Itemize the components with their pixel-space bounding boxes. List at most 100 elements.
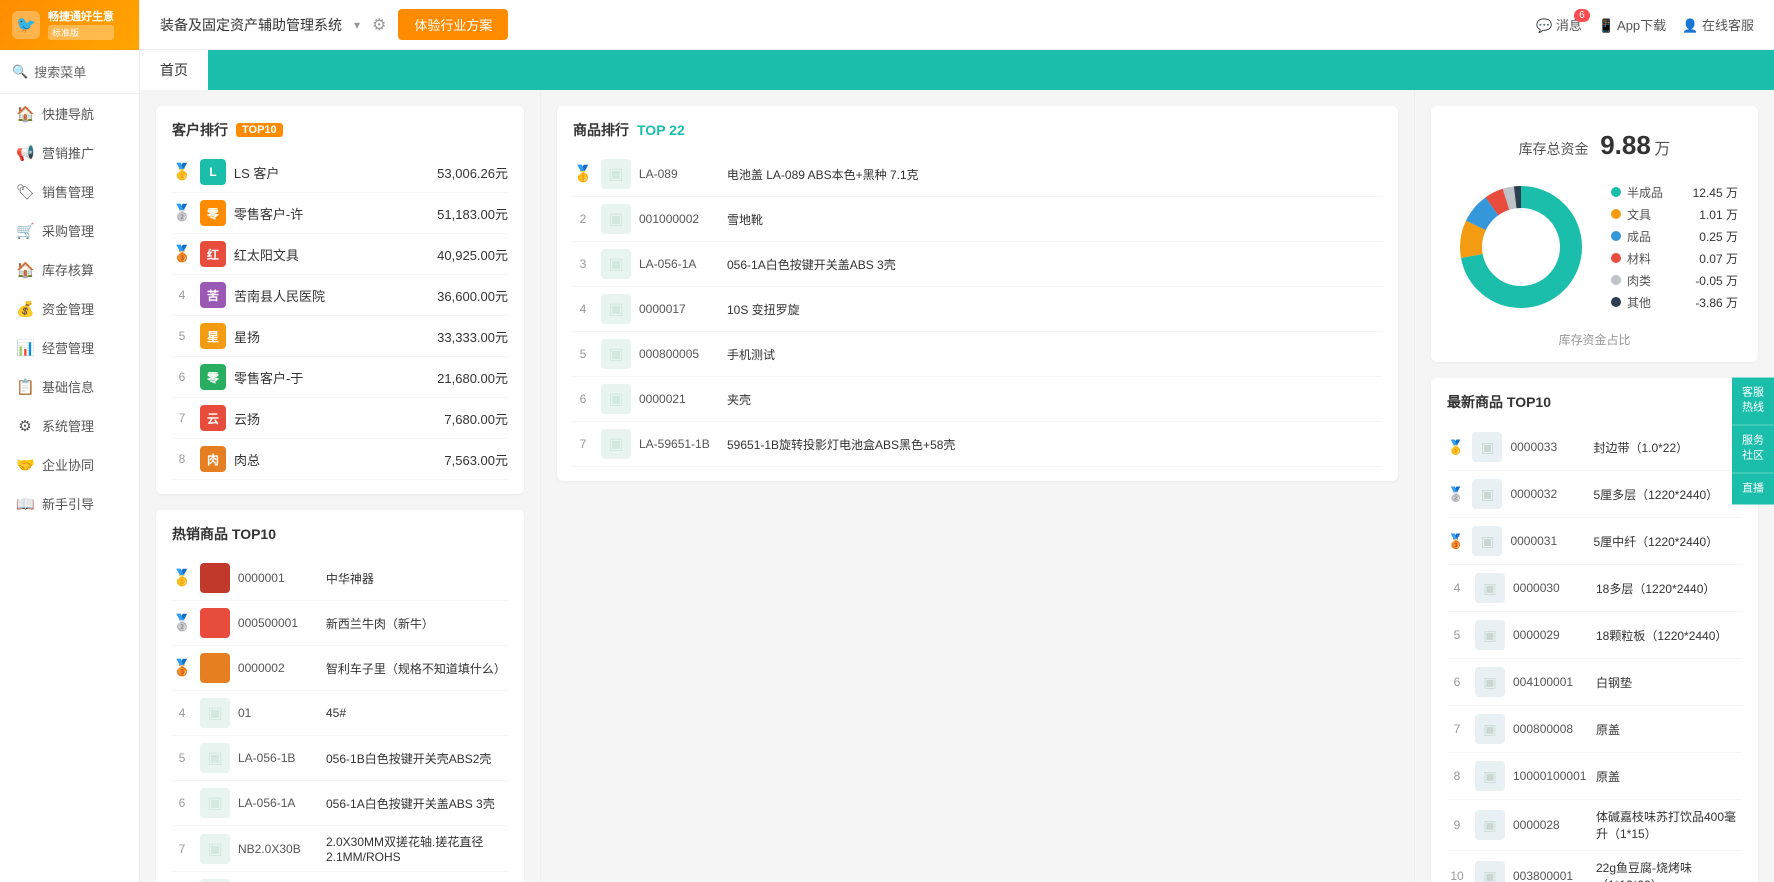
product-thumb: ▣ <box>1475 620 1505 650</box>
customer-name: 零售客户-许 <box>234 204 429 223</box>
sidebar-item-guide[interactable]: 📖 新手引导 <box>0 484 139 523</box>
search-menu-button[interactable]: 🔍 搜索菜单 <box>12 58 127 85</box>
product-thumb: ▣ <box>1475 667 1505 697</box>
newest-product-row: 🥈 ▣ 0000032 5厘多层（1220*2440） <box>1447 471 1742 518</box>
app-download[interactable]: 📱 App下载 <box>1598 15 1666 34</box>
product-thumb: ▣ <box>601 159 631 189</box>
product-code: 0000001 <box>238 571 318 585</box>
product-code: 0000031 <box>1510 534 1585 548</box>
customer-rank-row: 5 星 星扬 33,333.00元 <box>172 316 508 357</box>
legend-item: 其他 -3.86 万 <box>1611 294 1738 311</box>
float-btn-live[interactable]: 直播 <box>1732 473 1774 504</box>
product-name: 056-1B白色按键开关壳ABS2壳 <box>326 750 508 767</box>
rank-num: 6 <box>172 796 192 810</box>
product-name: 封边带（1.0*22） <box>1593 439 1742 456</box>
right-column: 库存总资金 9.88 万 <box>1414 90 1774 882</box>
legend-dot <box>1611 275 1621 285</box>
product-thumb <box>200 653 230 683</box>
sidebar-item-label: 采购管理 <box>42 221 94 240</box>
sidebar-item-basic[interactable]: 📋 基础信息 <box>0 367 139 406</box>
rank-num: 4 <box>172 706 192 720</box>
customer-name: LS 客户 <box>234 163 429 182</box>
rank-num: 7 <box>172 842 192 856</box>
product-name: 电池盖 LA-089 ABS本色+黑种 7.1克 <box>727 166 1382 183</box>
product-code: 000800005 <box>639 347 719 361</box>
customer-rank-row: 4 苦 苦南县人民医院 36,600.00元 <box>172 275 508 316</box>
float-btn-hotline[interactable]: 客服热线 <box>1732 378 1774 426</box>
sidebar-item-purchase[interactable]: 🛒 采购管理 <box>0 211 139 250</box>
product-code: 004100001 <box>1513 675 1588 689</box>
rank-num: 7 <box>573 437 593 451</box>
rank-medal: 🥉 <box>172 658 192 678</box>
sidebar-item-inventory[interactable]: 🏠 库存核算 <box>0 250 139 289</box>
sidebar-item-quick-nav[interactable]: 🏠 快捷导航 <box>0 94 139 133</box>
customer-avatar: 零 <box>200 364 226 390</box>
product-code: LA-056-1A <box>238 796 318 810</box>
customer-amount: 40,925.00元 <box>437 245 508 264</box>
middle-column: 商品排行 TOP 22 🥇 ▣ LA-089 电池盖 LA-089 ABS本色+… <box>540 90 1414 882</box>
product-code: LA-089 <box>639 167 719 181</box>
legend-name: 其他 <box>1627 294 1672 311</box>
product-name: 中华神器 <box>326 570 508 587</box>
newest-product-row: 6 ▣ 004100001 白钢垫 <box>1447 659 1742 706</box>
legend-value: 1.01 万 <box>1678 206 1738 223</box>
rank-num: 5 <box>573 347 593 361</box>
hot-product-row: 4 ▣ 01 45# <box>172 691 508 736</box>
rank-medal: 🥇 <box>573 164 593 184</box>
inventory-unit: 万 <box>1654 141 1670 158</box>
rank-num: 9 <box>1447 818 1467 832</box>
settings-icon[interactable]: ⚙ <box>372 15 386 35</box>
rank-num: 6 <box>172 370 192 384</box>
customer-avatar: 肉 <box>200 446 226 472</box>
sidebar-item-finance[interactable]: 💰 资金管理 <box>0 289 139 328</box>
topbar-title: 装备及固定资产辅助管理系统 <box>160 15 342 35</box>
sidebar-item-enterprise[interactable]: 🤝 企业协同 <box>0 445 139 484</box>
messages-badge[interactable]: 💬 消息 6 <box>1536 15 1582 34</box>
customer-amount: 36,600.00元 <box>437 286 508 305</box>
product-code: 000800008 <box>1513 722 1588 736</box>
customer-amount: 53,006.26元 <box>437 163 508 182</box>
finance-icon: 💰 <box>16 300 34 318</box>
sidebar-item-marketing[interactable]: 📢 营销推广 <box>0 133 139 172</box>
newest-product-row: 🥇 ▣ 0000033 封边带（1.0*22） <box>1447 424 1742 471</box>
legend-name: 肉类 <box>1627 272 1672 289</box>
online-service[interactable]: 👤 在线客服 <box>1682 15 1754 34</box>
guide-icon: 📖 <box>16 495 34 513</box>
newest-product-row: 4 ▣ 0000030 18多层（1220*2440） <box>1447 565 1742 612</box>
rank-num: 7 <box>172 411 192 425</box>
hot-products-title: 热销商品 TOP10 <box>172 524 508 544</box>
newest-product-row: 5 ▣ 0000029 18颗粒板（1220*2440） <box>1447 612 1742 659</box>
customer-name: 零售客户-于 <box>234 368 429 387</box>
newest-product-row: 8 ▣ 10000100001 原盖 <box>1447 753 1742 800</box>
product-rank-row: 7 ▣ LA-59651-1B 59651-1B旋转投影灯电池盒ABS黑色+58… <box>573 422 1382 467</box>
product-thumb: ▣ <box>1472 479 1502 509</box>
tab-home[interactable]: 首页 <box>140 50 208 90</box>
product-thumb: ▣ <box>200 743 230 773</box>
dropdown-icon[interactable]: ▾ <box>354 18 360 32</box>
float-btn-community[interactable]: 服务社区 <box>1732 425 1774 473</box>
sidebar-item-operation[interactable]: 📊 经营管理 <box>0 328 139 367</box>
rank-num: 5 <box>172 751 192 765</box>
sidebar-item-sales[interactable]: 🏷 销售管理 <box>0 172 139 211</box>
rank-num: 4 <box>172 288 192 302</box>
sidebar-item-label: 企业协同 <box>42 455 94 474</box>
customer-name: 星扬 <box>234 327 429 346</box>
product-thumb: ▣ <box>1475 810 1505 840</box>
sidebar-item-label: 新手引导 <box>42 494 94 513</box>
customer-ranking-list: 🥇 L LS 客户 53,006.26元 🥈 零 零售客户-许 51,183.0… <box>172 152 508 480</box>
product-ranking-title: 商品排行 TOP 22 <box>573 120 1382 140</box>
product-thumb: ▣ <box>1475 714 1505 744</box>
inventory-card: 库存总资金 9.88 万 <box>1431 106 1758 362</box>
customer-avatar: 苦 <box>200 282 226 308</box>
legend-dot <box>1611 231 1621 241</box>
product-code: 000500001 <box>238 616 318 630</box>
product-code: 01 <box>238 706 318 720</box>
product-name: 59651-1B旋转投影灯电池盒ABS黑色+58壳 <box>727 436 1382 453</box>
trial-button[interactable]: 体验行业方案 <box>398 9 508 40</box>
search-area[interactable]: 🔍 搜索菜单 <box>0 50 139 94</box>
newest-product-row: 🥉 ▣ 0000031 5厘中纤（1220*2440） <box>1447 518 1742 565</box>
sidebar-item-system[interactable]: ⚙ 系统管理 <box>0 406 139 445</box>
customer-rank-row: 8 肉 肉总 7,563.00元 <box>172 439 508 480</box>
rank-medal: 🥇 <box>1447 439 1464 456</box>
customer-avatar: 星 <box>200 323 226 349</box>
